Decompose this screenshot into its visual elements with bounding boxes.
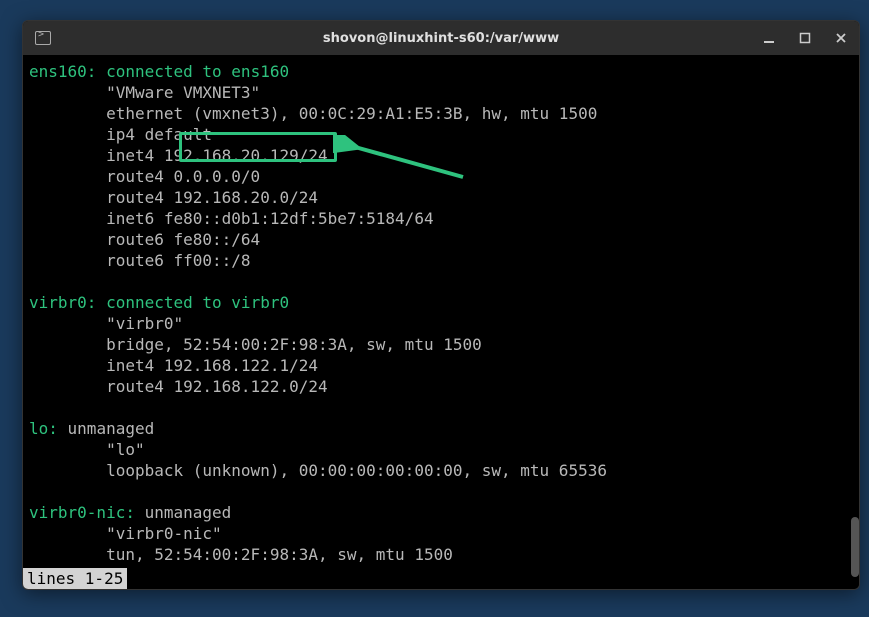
output-line: route4 0.0.0.0/0 xyxy=(29,166,859,187)
interface-header: ens160: connected to ens160 xyxy=(29,61,859,82)
interface-status: connected to virbr0 xyxy=(96,293,289,312)
pager-status: lines 1-25 xyxy=(23,568,127,589)
scrollbar[interactable] xyxy=(851,57,859,587)
titlebar-app-icon xyxy=(23,31,63,45)
interface-header: virbr0-nic: unmanaged xyxy=(29,502,859,523)
output-line: inet4 192.168.20.129/24 xyxy=(29,145,859,166)
output-line: ip4 default xyxy=(29,124,859,145)
interface-name: virbr0: xyxy=(29,293,96,312)
window-title: shovon@linuxhint-s60:/var/www xyxy=(23,31,859,46)
terminal-icon xyxy=(35,31,51,45)
minimize-button[interactable] xyxy=(751,21,787,55)
interface-header: virbr0: connected to virbr0 xyxy=(29,292,859,313)
blank-line xyxy=(29,271,859,292)
output-line: "lo" xyxy=(29,439,859,460)
scrollbar-thumb[interactable] xyxy=(851,517,859,577)
interface-status: unmanaged xyxy=(58,419,154,438)
interface-status: connected to ens160 xyxy=(96,62,289,81)
titlebar: shovon@linuxhint-s60:/var/www xyxy=(23,21,859,55)
output-line: inet4 192.168.122.1/24 xyxy=(29,355,859,376)
output-line: route4 192.168.20.0/24 xyxy=(29,187,859,208)
maximize-button[interactable] xyxy=(787,21,823,55)
terminal-window: shovon@linuxhint-s60:/var/www ens160: co… xyxy=(22,20,860,590)
interface-name: lo: xyxy=(29,419,58,438)
close-button[interactable] xyxy=(823,21,859,55)
output-line: loopback (unknown), 00:00:00:00:00:00, s… xyxy=(29,460,859,481)
output-line: route4 192.168.122.0/24 xyxy=(29,376,859,397)
interface-status: unmanaged xyxy=(135,503,231,522)
output-line: "VMware VMXNET3" xyxy=(29,82,859,103)
blank-line xyxy=(29,481,859,502)
output-line: "virbr0" xyxy=(29,313,859,334)
terminal-output[interactable]: ens160: connected to ens160 "VMware VMXN… xyxy=(23,55,859,589)
interface-name: ens160: xyxy=(29,62,96,81)
output-line: route6 fe80::/64 xyxy=(29,229,859,250)
output-line: ethernet (vmxnet3), 00:0C:29:A1:E5:3B, h… xyxy=(29,103,859,124)
output-line: tun, 52:54:00:2F:98:3A, sw, mtu 1500 xyxy=(29,544,859,565)
interface-name: virbr0-nic: xyxy=(29,503,135,522)
output-line: bridge, 52:54:00:2F:98:3A, sw, mtu 1500 xyxy=(29,334,859,355)
output-line: route6 ff00::/8 xyxy=(29,250,859,271)
output-line: "virbr0-nic" xyxy=(29,523,859,544)
window-controls xyxy=(751,21,859,55)
blank-line xyxy=(29,397,859,418)
output-line: inet6 fe80::d0b1:12df:5be7:5184/64 xyxy=(29,208,859,229)
interface-header: lo: unmanaged xyxy=(29,418,859,439)
